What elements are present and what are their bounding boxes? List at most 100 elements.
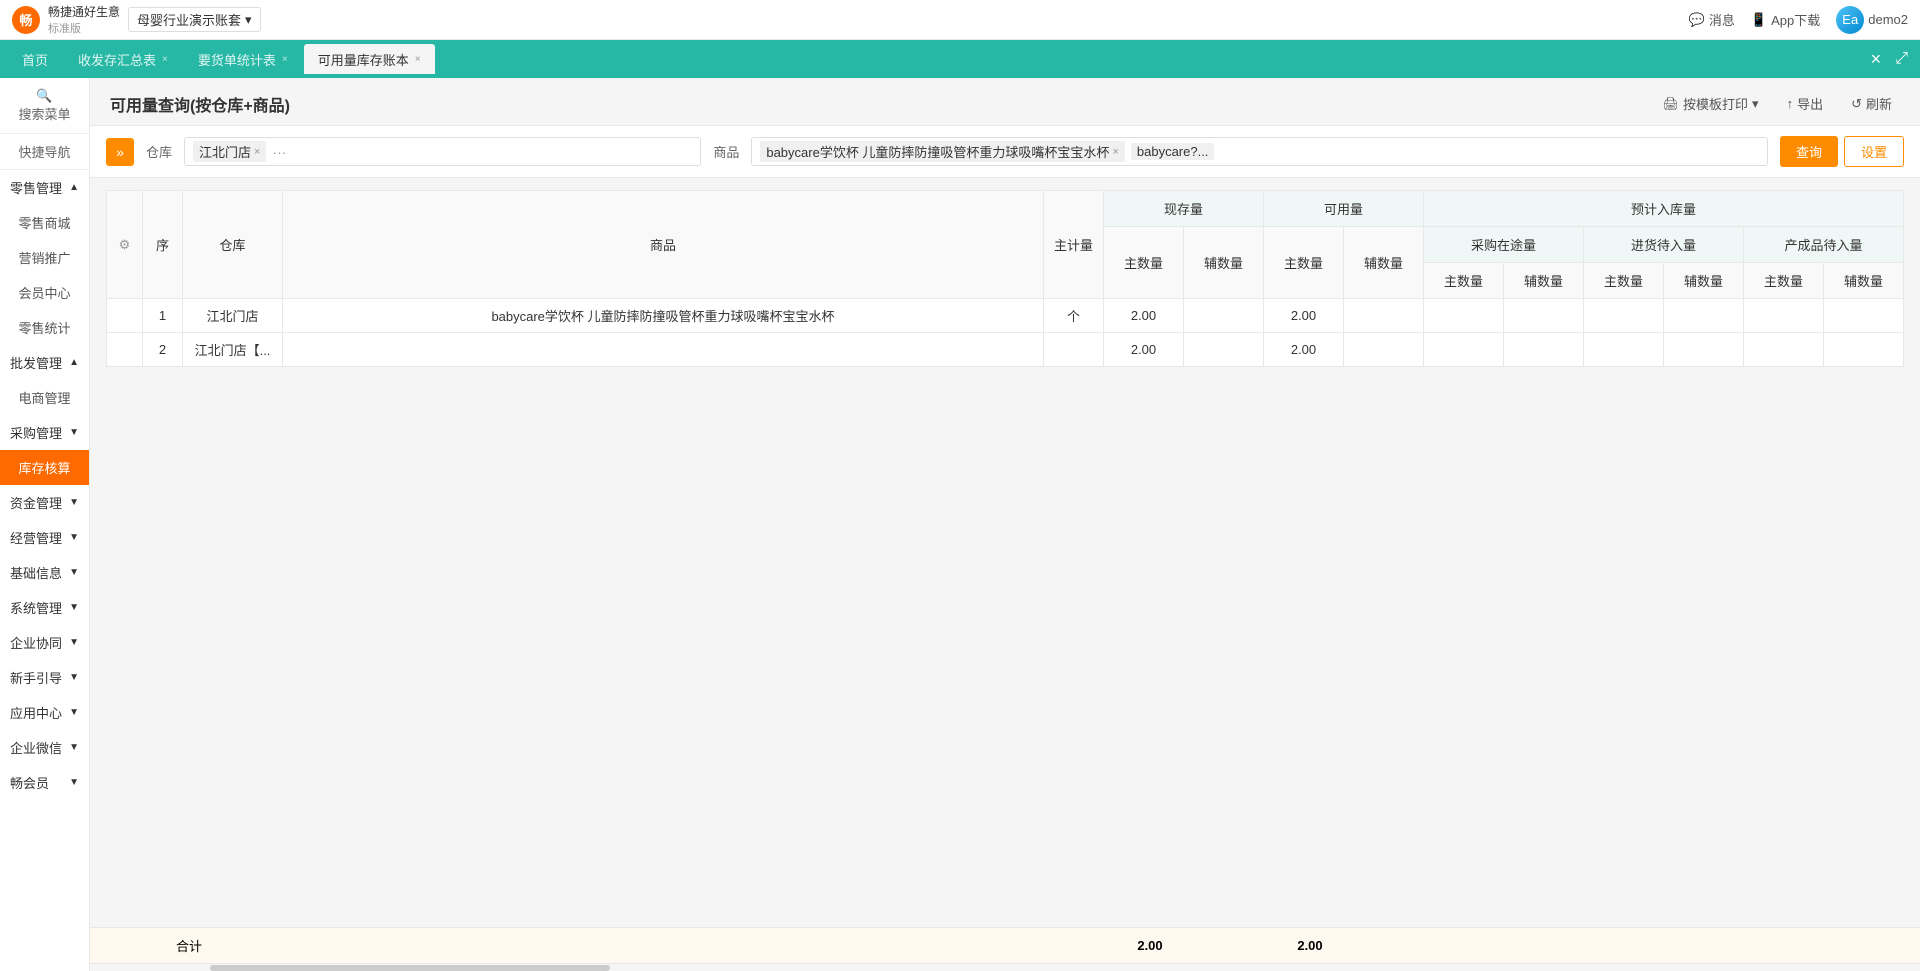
tab-available-stock-close[interactable]: ×	[415, 54, 421, 65]
sidebar-group-wechat[interactable]: 企业微信 ▼	[0, 730, 89, 765]
tab-available-stock-label: 可用量库存账本	[318, 50, 409, 69]
th-production-aux: 辅数量	[1824, 263, 1904, 299]
cell-purchase-main-1	[1424, 299, 1504, 333]
cell-num-2: 2	[143, 333, 183, 367]
cell-settings-2	[107, 333, 143, 367]
cell-stock-main-1: 2.00	[1104, 299, 1184, 333]
th-settings: ⚙	[107, 191, 143, 299]
cell-product-2	[283, 333, 1044, 367]
cell-stock-aux-1	[1184, 299, 1264, 333]
th-stock-main: 主数量	[1104, 227, 1184, 299]
sidebar-section-wholesale: 批发管理 ▲ 电商管理	[0, 345, 89, 415]
cell-unit-1: 个	[1043, 299, 1103, 333]
th-incoming-main: 主数量	[1584, 263, 1664, 299]
sidebar-group-operations[interactable]: 经营管理 ▼	[0, 520, 89, 555]
settings-button[interactable]: 设置	[1844, 136, 1904, 167]
sidebar-group-newuser[interactable]: 新手引导 ▼	[0, 660, 89, 695]
warehouse-filter-input[interactable]: 江北门店 × ···	[184, 137, 701, 166]
print-icon: 🖨	[1663, 96, 1680, 112]
cell-product-1: babycare学饮杯 儿童防摔防撞吸管杯重力球吸嘴杯宝宝水杯	[283, 299, 1044, 333]
sidebar-section-retail: 零售管理 ▲ 零售商城 营销推广 会员中心 零售统计	[0, 170, 89, 345]
sidebar-group-system[interactable]: 系统管理 ▼	[0, 590, 89, 625]
sidebar-group-enterprise[interactable]: 企业协同 ▼	[0, 625, 89, 660]
sidebar-item-ecommerce[interactable]: 电商管理	[0, 380, 89, 415]
th-stock-aux: 辅数量	[1184, 227, 1264, 299]
page-header: 可用量查询(按仓库+商品) 🖨 按模板打印 ▾ ↑ 导出 ↺ 刷新	[90, 78, 1920, 126]
gear-icon[interactable]: ⚙	[119, 237, 131, 252]
warehouse-tag: 江北门店 ×	[193, 141, 266, 162]
sidebar-group-appstore[interactable]: 应用中心 ▼	[0, 695, 89, 730]
sidebar-item-retail-stats[interactable]: 零售统计	[0, 310, 89, 345]
tab-receive-summary-close[interactable]: ×	[162, 54, 168, 65]
download-icon: 📱	[1751, 12, 1767, 28]
warehouse-more-button[interactable]: ···	[272, 144, 286, 160]
cell-unit-2	[1043, 333, 1103, 367]
chevron-down-icon-ent: ▼	[69, 637, 79, 648]
tab-home[interactable]: 首页	[8, 44, 62, 74]
close-all-tabs-button[interactable]: ×	[1863, 49, 1890, 70]
cell-purchase-main-2	[1424, 333, 1504, 367]
sidebar-item-retail-mall[interactable]: 零售商城	[0, 205, 89, 240]
expand-button[interactable]: ⤢	[1891, 50, 1912, 68]
filter-bar: » 仓库 江北门店 × ··· 商品 babycare学饮杯 儿童防摔防撞吸管杯…	[90, 126, 1920, 178]
app-title: 畅捷通好生意	[48, 3, 120, 20]
sidebar-search[interactable]: 🔍 搜索菜单	[0, 78, 89, 134]
cell-incoming-aux-1	[1664, 299, 1744, 333]
th-available-group: 可用量	[1264, 191, 1424, 227]
chevron-down-icon-mem: ▼	[69, 777, 79, 788]
sidebar-item-inventory[interactable]: 库存核算	[0, 450, 89, 485]
product-filter-input[interactable]: babycare学饮杯 儿童防摔防撞吸管杯重力球吸嘴杯宝宝水杯 × babyca…	[751, 137, 1768, 166]
app-subtitle: 标准版	[48, 20, 120, 36]
sidebar-item-marketing[interactable]: 营销推广	[0, 240, 89, 275]
cell-num-1: 1	[143, 299, 183, 333]
chevron-down-icon-ops: ▼	[69, 532, 79, 543]
tab-order-stats[interactable]: 要货单统计表 ×	[184, 44, 302, 74]
th-unit: 主计量	[1043, 191, 1103, 299]
chevron-down-icon-wx: ▼	[69, 742, 79, 753]
chevron-down-icon-purchase: ▼	[69, 427, 79, 438]
table-row: 1 江北门店 babycare学饮杯 儿童防摔防撞吸管杯重力球吸嘴杯宝宝水杯 个…	[107, 299, 1904, 333]
topbar: 畅 畅捷通好生意 标准版 母婴行业演示账套 ▾ 💬 消息 📱 App下载 Ea …	[0, 0, 1920, 40]
chevron-up-icon-2: ▲	[69, 357, 79, 368]
cell-production-main-2	[1744, 333, 1824, 367]
cell-purchase-aux-1	[1504, 299, 1584, 333]
sidebar-group-retail[interactable]: 零售管理 ▲	[0, 170, 89, 205]
chevron-down-icon-print: ▾	[1752, 96, 1759, 112]
app-info: 畅捷通好生意 标准版	[48, 3, 120, 36]
avatar: Ea	[1836, 6, 1864, 34]
tab-available-stock[interactable]: 可用量库存账本 ×	[304, 44, 435, 74]
sidebar-group-finance[interactable]: 资金管理 ▼	[0, 485, 89, 520]
sidebar-group-wholesale[interactable]: 批发管理 ▲	[0, 345, 89, 380]
sidebar-quick-nav[interactable]: 快捷导航	[0, 134, 89, 170]
th-available-aux: 辅数量	[1344, 227, 1424, 299]
cell-production-aux-1	[1824, 299, 1904, 333]
tab-receive-summary[interactable]: 收发存汇总表 ×	[64, 44, 182, 74]
sidebar-group-basic[interactable]: 基础信息 ▼	[0, 555, 89, 590]
cell-warehouse-2: 江北门店【...	[183, 333, 283, 367]
chevron-down-icon-new: ▼	[69, 672, 79, 683]
message-button[interactable]: 💬 消息	[1689, 10, 1735, 29]
page-title: 可用量查询(按仓库+商品)	[110, 92, 290, 116]
user-profile[interactable]: Ea demo2	[1836, 6, 1908, 34]
query-button[interactable]: 查询	[1780, 136, 1838, 167]
tab-order-stats-close[interactable]: ×	[282, 54, 288, 65]
template-print-button[interactable]: 🖨 按模板打印 ▾	[1655, 90, 1767, 117]
export-button[interactable]: ↑ 导出	[1779, 90, 1832, 117]
tab-receive-summary-label: 收发存汇总表	[78, 50, 156, 69]
industry-select[interactable]: 母婴行业演示账套 ▾	[128, 7, 261, 32]
sidebar-group-member[interactable]: 畅会员 ▼	[0, 765, 89, 800]
product-tag-1-close[interactable]: ×	[1112, 146, 1118, 158]
refresh-button[interactable]: ↺ 刷新	[1843, 90, 1900, 117]
sidebar-item-members[interactable]: 会员中心	[0, 275, 89, 310]
app-download-button[interactable]: 📱 App下载	[1751, 10, 1820, 29]
filter-action-buttons: 查询 设置	[1780, 136, 1904, 167]
filter-toggle-button[interactable]: »	[106, 138, 134, 166]
scrollbar-thumb[interactable]	[210, 965, 610, 971]
warehouse-tag-close[interactable]: ×	[254, 146, 260, 158]
th-production-main: 主数量	[1744, 263, 1824, 299]
sidebar-group-purchase[interactable]: 采购管理 ▼	[0, 415, 89, 450]
th-num: 序	[143, 191, 183, 299]
topbar-left: 畅 畅捷通好生意 标准版 母婴行业演示账套 ▾	[12, 3, 261, 36]
cell-available-aux-2	[1344, 333, 1424, 367]
horizontal-scrollbar[interactable]	[90, 963, 1920, 971]
